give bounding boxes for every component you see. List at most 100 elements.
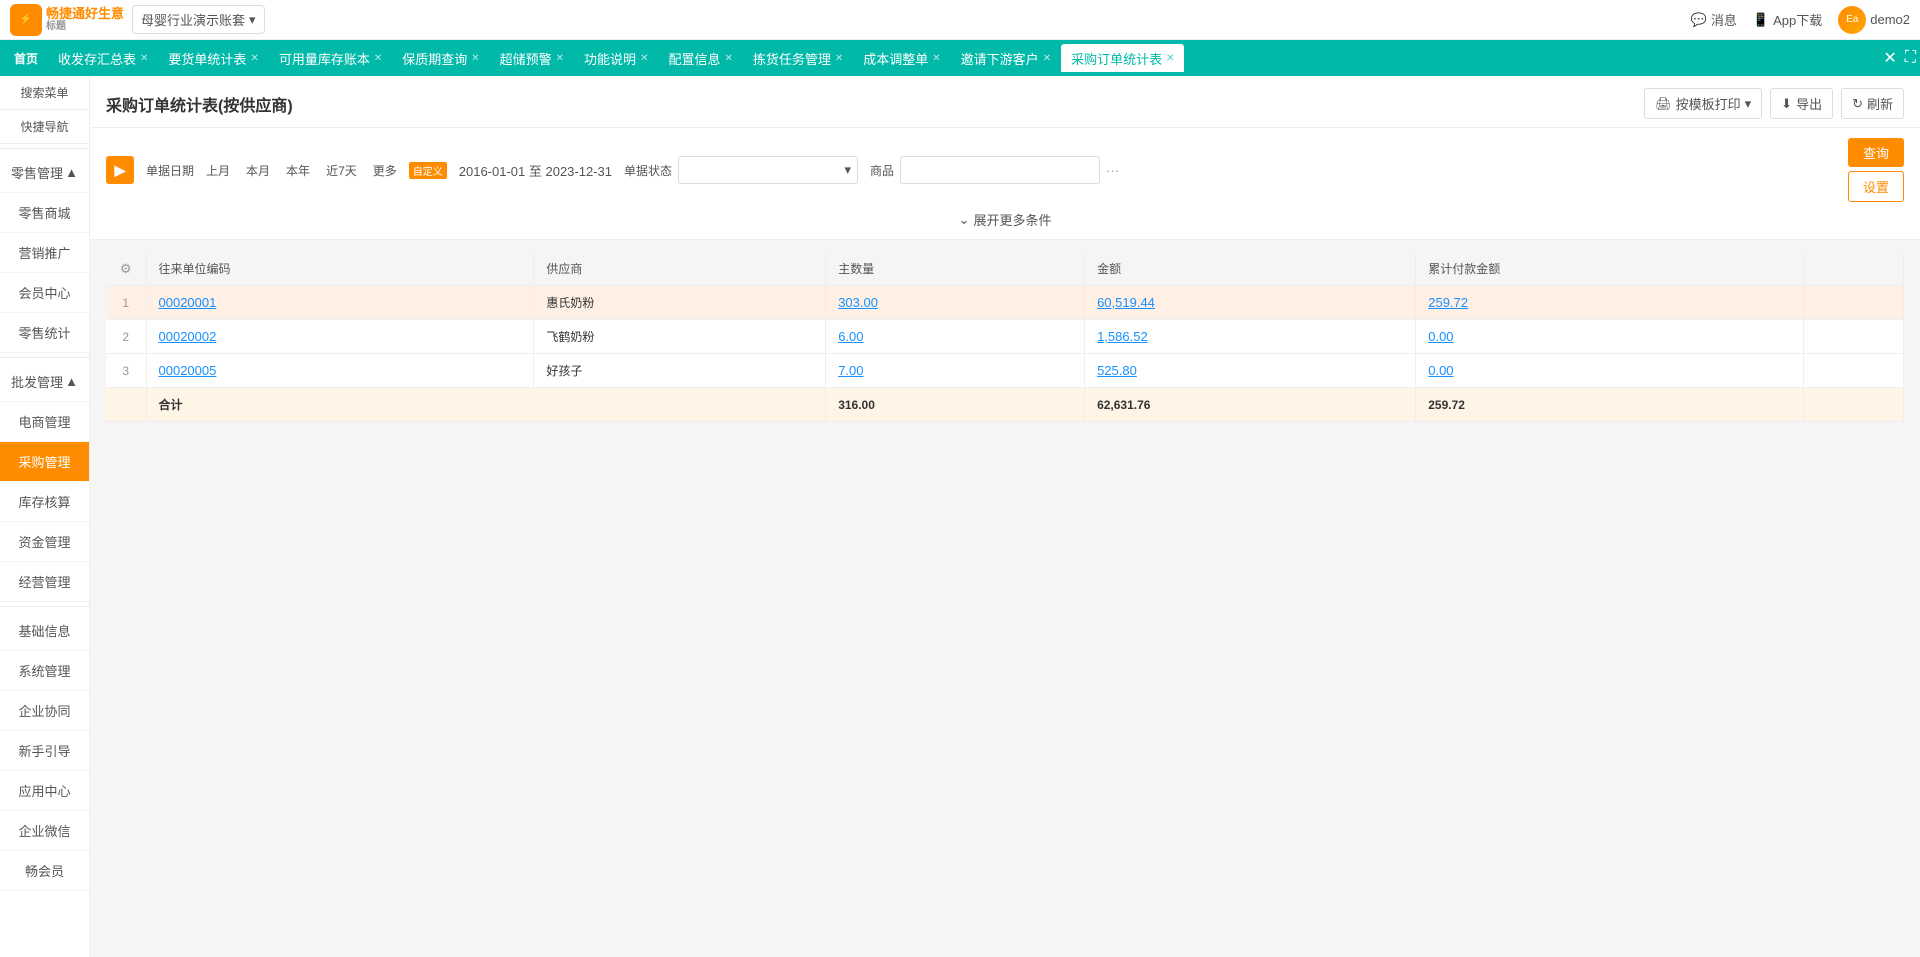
sidebar-item-label: 零售商城 [18, 206, 70, 221]
sidebar-item-retail-mgmt[interactable]: 零售管理 ▲ [0, 153, 89, 193]
date-shortcut-this-month[interactable]: 本月 [240, 160, 276, 181]
user-profile[interactable]: Ea demo2 [1838, 6, 1910, 34]
sidebar-item-member[interactable]: 畅会员 [0, 851, 89, 891]
tab-baozhi[interactable]: 保质期查询 ✕ [392, 44, 489, 72]
sidebar-item-retail-stats[interactable]: 零售统计 [0, 313, 89, 353]
tab-close-icon[interactable]: ✕ [1166, 53, 1174, 64]
date-shortcut-this-year[interactable]: 本年 [280, 160, 316, 181]
nav-right-controls: ✕ ⛶ [1883, 48, 1916, 68]
date-shortcut-more[interactable]: 更多 [367, 160, 403, 181]
tab-close-icon[interactable]: ✕ [835, 53, 843, 64]
tab-close-icon[interactable]: ✕ [932, 53, 940, 64]
goods-more-icon[interactable]: ··· [1106, 163, 1119, 178]
sidebar-item-wholesale-mgmt[interactable]: 批发管理 ▲ [0, 362, 89, 402]
sidebar-item-operations[interactable]: 经营管理 [0, 562, 89, 602]
date-shortcut-7days[interactable]: 近7天 [320, 160, 363, 181]
sidebar-item-app-center[interactable]: 应用中心 [0, 771, 89, 811]
tab-gongneng[interactable]: 功能说明 ✕ [574, 44, 658, 72]
tab-close-icon[interactable]: ✕ [556, 53, 564, 64]
tab-close-icon[interactable]: ✕ [1043, 53, 1051, 64]
tab-chengben[interactable]: 成本调整单 ✕ [853, 44, 950, 72]
print-button[interactable]: 🖨 按模板打印 ▾ [1644, 88, 1762, 119]
settings-button[interactable]: 设置 [1848, 171, 1904, 202]
amount-link[interactable]: 1,586.52 [1097, 329, 1148, 344]
sidebar-item-enterprise-collab[interactable]: 企业协同 [0, 691, 89, 731]
tab-yaohuo[interactable]: 要货单统计表 ✕ [158, 44, 268, 72]
message-icon: 💬 [1691, 12, 1707, 28]
row-extra [1804, 320, 1904, 354]
sidebar-item-search[interactable]: 搜索菜单 [0, 76, 89, 110]
sidebar-item-marketing[interactable]: 营销推广 [0, 233, 89, 273]
refresh-button[interactable]: ↻ 刷新 [1841, 88, 1904, 119]
goods-input[interactable] [900, 156, 1100, 184]
paid-link[interactable]: 259.72 [1428, 295, 1468, 310]
sidebar-item-label: 电商管理 [18, 415, 70, 430]
nav-home-tab[interactable]: 首页 [4, 50, 48, 67]
amount-link[interactable]: 60,519.44 [1097, 295, 1155, 310]
maximize-window-button[interactable]: ⛶ [1905, 49, 1916, 67]
settings-icon[interactable]: ⚙ [120, 261, 132, 276]
table-row[interactable]: 2 00020002 飞鹤奶粉 6.00 1,586.52 0.00 [106, 320, 1904, 354]
tab-chaochu[interactable]: 超储预警 ✕ [490, 44, 574, 72]
sidebar-item-inventory[interactable]: 库存核算 [0, 482, 89, 522]
download-icon: 📱 [1753, 12, 1769, 28]
logo-text: 畅捷通好生意 标题 [46, 6, 124, 34]
export-button[interactable]: ⬇ 导出 [1770, 88, 1833, 119]
table-row[interactable]: 3 00020005 好孩子 7.00 525.80 0.00 [106, 354, 1904, 388]
tab-close-icon[interactable]: ✕ [250, 53, 258, 64]
print-label: 按模板打印 [1676, 94, 1741, 113]
query-button[interactable]: 查询 [1848, 138, 1904, 167]
tab-yaoqing[interactable]: 邀请下游客户 ✕ [951, 44, 1061, 72]
expand-more-button[interactable]: ⌄ 展开更多条件 [106, 210, 1904, 229]
tab-close-icon[interactable]: ✕ [140, 53, 148, 64]
row-extra [1804, 286, 1904, 320]
sidebar-item-basic-info[interactable]: 基础信息 [0, 611, 89, 651]
tab-close-icon[interactable]: ✕ [471, 53, 479, 64]
tab-close-icon[interactable]: ✕ [374, 53, 382, 64]
paid-link[interactable]: 0.00 [1428, 363, 1453, 378]
table-row[interactable]: 1 00020001 惠氏奶粉 303.00 60,519.44 259.72 [106, 286, 1904, 320]
quantity-link[interactable]: 7.00 [838, 363, 863, 378]
tab-keyongliang[interactable]: 可用量库存账本 ✕ [269, 44, 392, 72]
tab-peizhi[interactable]: 配置信息 ✕ [658, 44, 742, 72]
sidebar-divider-2 [0, 357, 89, 358]
sidebar-item-system-mgmt[interactable]: 系统管理 [0, 651, 89, 691]
quantity-link[interactable]: 303.00 [838, 295, 878, 310]
tab-close-icon[interactable]: ✕ [640, 53, 648, 64]
workspace-selector[interactable]: 母婴行业演示账套 ▾ [132, 5, 265, 34]
sidebar-item-purchase-mgmt[interactable]: 采购管理 [0, 442, 89, 482]
avatar-image: Ea [1838, 6, 1866, 34]
code-link[interactable]: 00020001 [159, 295, 217, 310]
footer-label: 合计 [146, 388, 826, 422]
sidebar-item-ecommerce[interactable]: 电商管理 [0, 402, 89, 442]
amount-link[interactable]: 525.80 [1097, 363, 1137, 378]
sidebar-item-retail-mall[interactable]: 零售商城 [0, 193, 89, 233]
sidebar-search-label: 搜索菜单 [20, 86, 68, 100]
tab-close-icon[interactable]: ✕ [724, 53, 732, 64]
main-layout: 搜索菜单 快捷导航 零售管理 ▲ 零售商城 营销推广 会员中心 零售统计 批发管… [0, 76, 1920, 957]
sidebar-item-member-center[interactable]: 会员中心 [0, 273, 89, 313]
sidebar-item-quicknav[interactable]: 快捷导航 [0, 110, 89, 144]
quantity-link[interactable]: 6.00 [838, 329, 863, 344]
message-button[interactable]: 💬 消息 [1691, 10, 1737, 29]
date-shortcut-last-month[interactable]: 上月 [200, 160, 236, 181]
sidebar-item-enterprise-wechat[interactable]: 企业微信 [0, 811, 89, 851]
sidebar-item-finance[interactable]: 资金管理 [0, 522, 89, 562]
sidebar-item-newbie-guide[interactable]: 新手引导 [0, 731, 89, 771]
goods-filter-label: 商品 [870, 162, 894, 179]
code-link[interactable]: 00020002 [159, 329, 217, 344]
top-bar-left: ⚡ 畅捷通好生意 标题 母婴行业演示账套 ▾ [10, 4, 265, 36]
refresh-icon: ↻ [1852, 96, 1863, 112]
app-download-button[interactable]: 📱 App下载 [1753, 10, 1822, 29]
date-filter-label: 单据日期 [146, 162, 194, 179]
row-paid: 259.72 [1416, 286, 1804, 320]
close-window-button[interactable]: ✕ [1883, 48, 1896, 68]
paid-link[interactable]: 0.00 [1428, 329, 1453, 344]
date-filter: 单据日期 上月 本月 本年 近7天 更多 自定义 [146, 160, 447, 181]
tab-shoufacun[interactable]: 收发存汇总表 ✕ [48, 44, 158, 72]
tab-jianhuo[interactable]: 拣货任务管理 ✕ [743, 44, 853, 72]
filter-toggle-button[interactable]: ▶ [106, 156, 134, 184]
status-select[interactable]: ▾ [678, 156, 858, 184]
tab-caigou-active[interactable]: 采购订单统计表 ✕ [1061, 44, 1184, 72]
code-link[interactable]: 00020005 [159, 363, 217, 378]
